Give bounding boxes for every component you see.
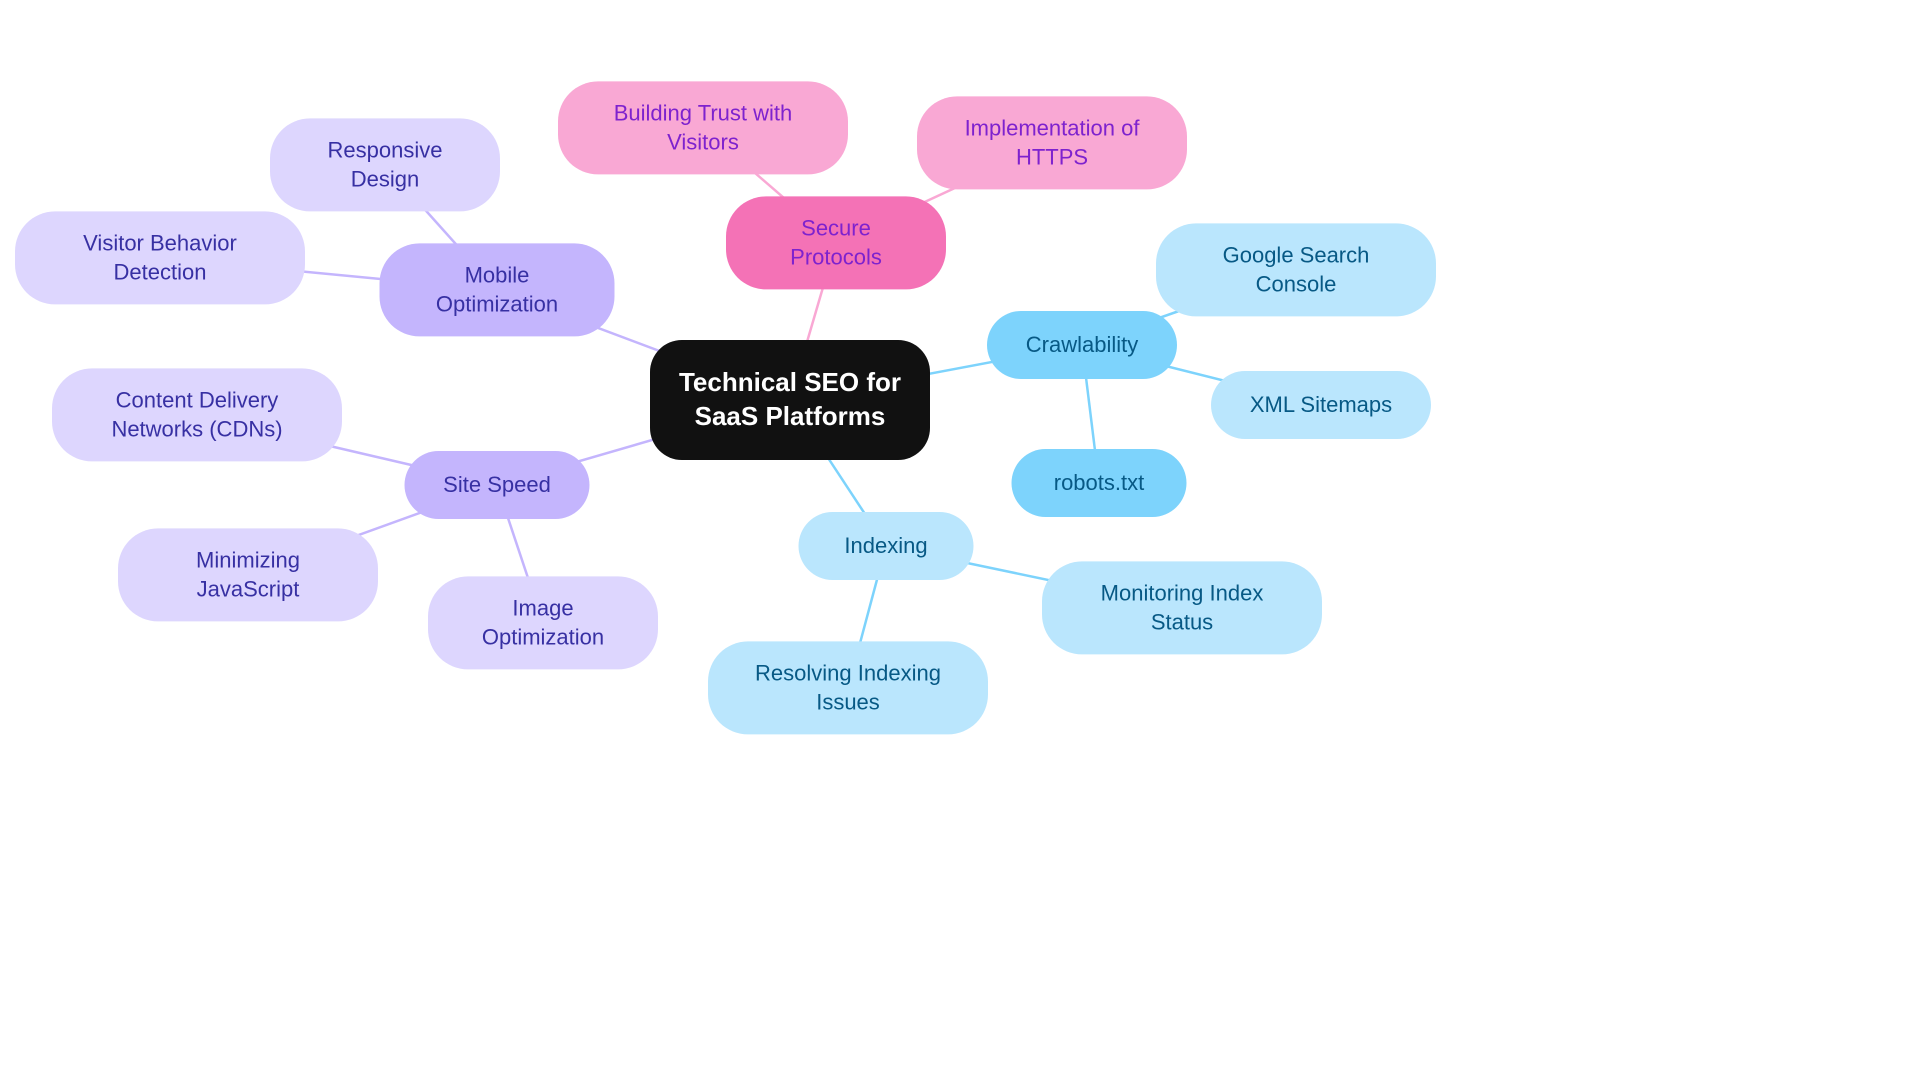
- crawlability-node[interactable]: Crawlability: [987, 311, 1177, 379]
- cdn-label: Content Delivery Networks (CDNs): [80, 386, 314, 443]
- resolving-indexing-label: Resolving Indexing Issues: [736, 659, 960, 716]
- site-speed-node[interactable]: Site Speed: [405, 451, 590, 519]
- center-node[interactable]: Technical SEO for SaaS Platforms: [650, 340, 930, 460]
- visitor-behavior-label: Visitor Behavior Detection: [43, 229, 277, 286]
- responsive-design-label: Responsive Design: [298, 136, 472, 193]
- visitor-behavior-node[interactable]: Visitor Behavior Detection: [15, 211, 305, 304]
- google-search-console-label: Google Search Console: [1184, 241, 1408, 298]
- xml-sitemaps-node[interactable]: XML Sitemaps: [1211, 371, 1431, 439]
- resolving-indexing-node[interactable]: Resolving Indexing Issues: [708, 641, 988, 734]
- cdn-node[interactable]: Content Delivery Networks (CDNs): [52, 368, 342, 461]
- image-optimization-label: Image Optimization: [456, 594, 630, 651]
- secure-protocols-label: Secure Protocols: [754, 214, 918, 271]
- building-trust-label: Building Trust with Visitors: [586, 99, 820, 156]
- crawlability-label: Crawlability: [1026, 331, 1138, 360]
- site-speed-label: Site Speed: [443, 471, 551, 500]
- secure-protocols-node[interactable]: Secure Protocols: [726, 196, 946, 289]
- minimizing-js-node[interactable]: Minimizing JavaScript: [118, 528, 378, 621]
- monitoring-index-node[interactable]: Monitoring Index Status: [1042, 561, 1322, 654]
- implementation-https-node[interactable]: Implementation of HTTPS: [917, 96, 1187, 189]
- center-label: Technical SEO for SaaS Platforms: [678, 366, 902, 434]
- robots-txt-node[interactable]: robots.txt: [1012, 449, 1187, 517]
- responsive-design-node[interactable]: Responsive Design: [270, 118, 500, 211]
- image-optimization-node[interactable]: Image Optimization: [428, 576, 658, 669]
- monitoring-index-label: Monitoring Index Status: [1070, 579, 1294, 636]
- mindmap-canvas: Technical SEO for SaaS Platforms Buildin…: [0, 0, 1920, 1083]
- xml-sitemaps-label: XML Sitemaps: [1250, 391, 1392, 420]
- robots-txt-label: robots.txt: [1054, 469, 1144, 498]
- implementation-https-label: Implementation of HTTPS: [945, 114, 1159, 171]
- building-trust-node[interactable]: Building Trust with Visitors: [558, 81, 848, 174]
- mobile-optimization-node[interactable]: Mobile Optimization: [380, 243, 615, 336]
- google-search-console-node[interactable]: Google Search Console: [1156, 223, 1436, 316]
- minimizing-js-label: Minimizing JavaScript: [146, 546, 350, 603]
- indexing-label: Indexing: [844, 532, 927, 561]
- mobile-optimization-label: Mobile Optimization: [408, 261, 587, 318]
- indexing-node[interactable]: Indexing: [799, 512, 974, 580]
